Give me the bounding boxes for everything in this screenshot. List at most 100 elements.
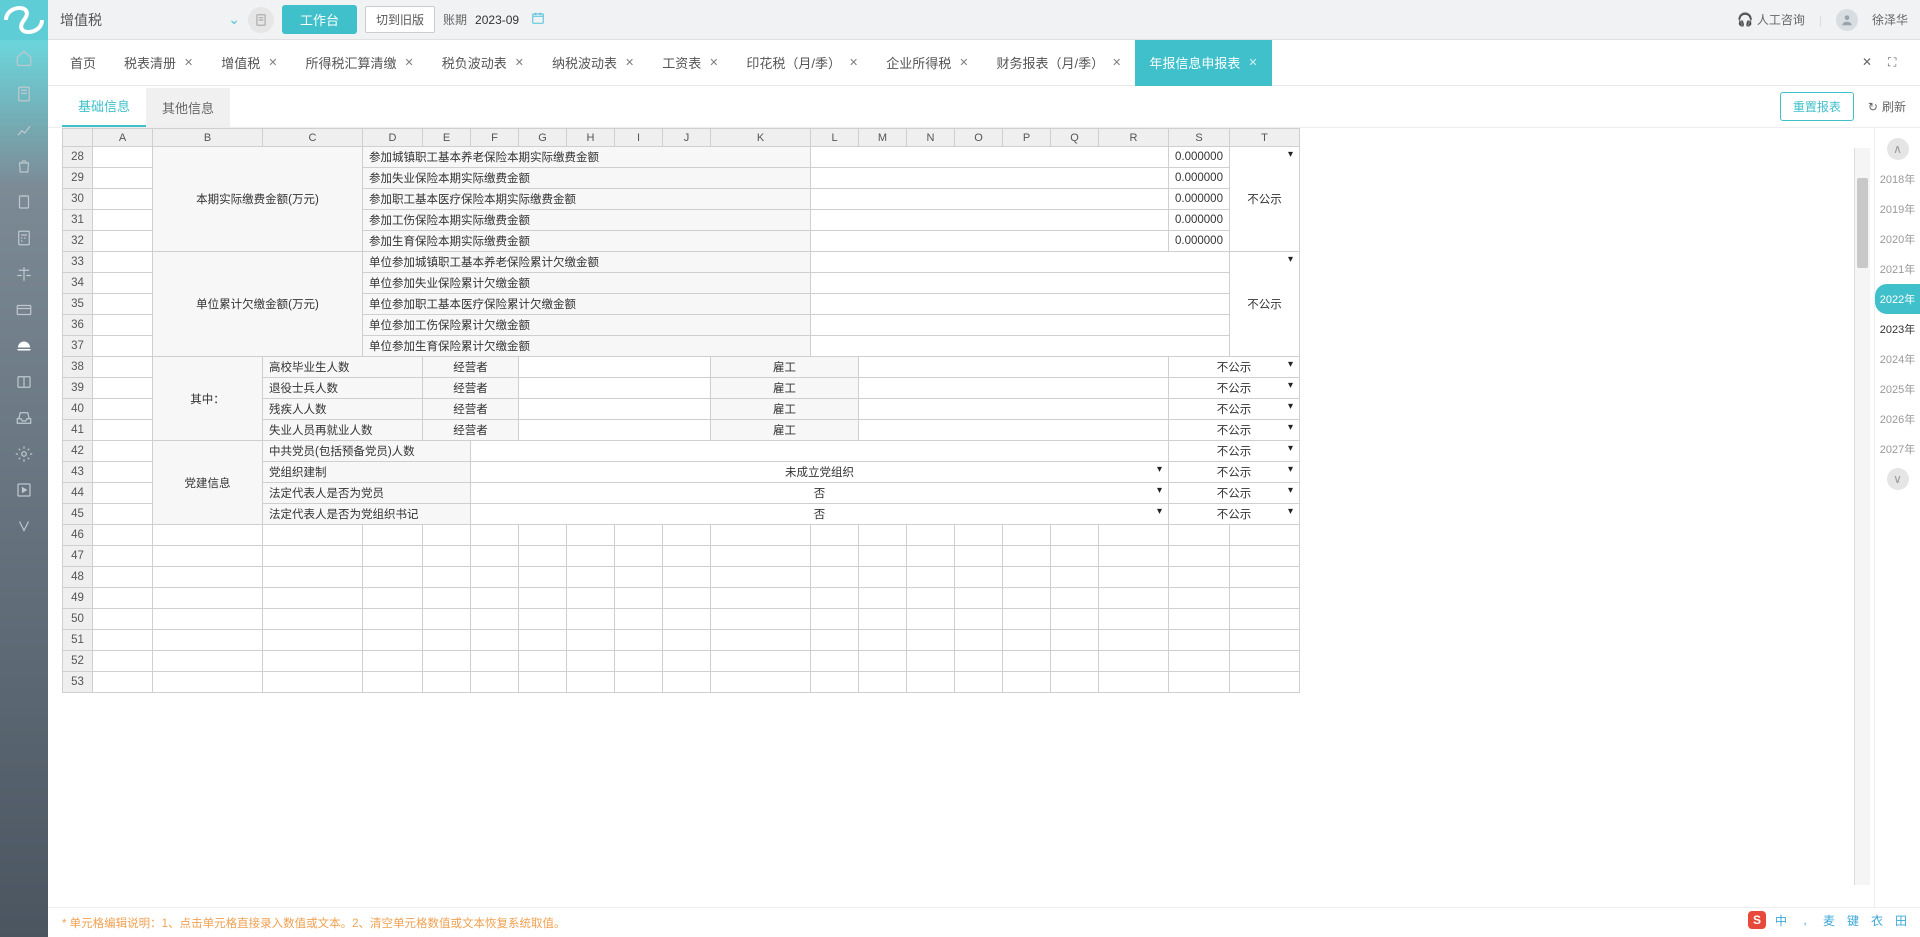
nav-clipboard-icon[interactable]: [0, 184, 48, 220]
cell[interactable]: [263, 588, 363, 609]
nav-box-icon[interactable]: [0, 364, 48, 400]
cell[interactable]: [471, 546, 519, 567]
cell[interactable]: [859, 588, 907, 609]
year-2022年[interactable]: 2022年: [1875, 284, 1920, 314]
cell[interactable]: [955, 609, 1003, 630]
refresh-button[interactable]: ↻ 刷新: [1868, 98, 1906, 115]
avatar-icon[interactable]: [1836, 9, 1858, 31]
cell[interactable]: [153, 546, 263, 567]
row-header[interactable]: 31: [63, 210, 93, 231]
cell[interactable]: [423, 609, 471, 630]
cell[interactable]: [711, 609, 811, 630]
cell[interactable]: [907, 672, 955, 693]
cell[interactable]: [363, 525, 423, 546]
cell[interactable]: [567, 525, 615, 546]
tab-税表清册[interactable]: 税表清册✕: [110, 40, 207, 86]
row-header[interactable]: 32: [63, 231, 93, 252]
cell[interactable]: [955, 546, 1003, 567]
nav-play-icon[interactable]: [0, 472, 48, 508]
cell[interactable]: [663, 546, 711, 567]
year-2026年[interactable]: 2026年: [1875, 404, 1920, 434]
row-header[interactable]: 44: [63, 483, 93, 504]
col-header-H[interactable]: H: [567, 129, 615, 147]
cell[interactable]: [93, 336, 153, 357]
cell[interactable]: [471, 672, 519, 693]
cell[interactable]: [471, 651, 519, 672]
value-dropdown[interactable]: 否: [471, 483, 1169, 504]
col-header-R[interactable]: R: [1099, 129, 1169, 147]
cell[interactable]: [93, 231, 153, 252]
cell[interactable]: [363, 567, 423, 588]
nav-gear-icon[interactable]: [0, 436, 48, 472]
cell[interactable]: [93, 357, 153, 378]
cell[interactable]: [519, 630, 567, 651]
value-cell[interactable]: [811, 210, 1169, 231]
cell[interactable]: [1229, 651, 1299, 672]
cell[interactable]: [1003, 609, 1051, 630]
ime-icon-3[interactable]: 麦: [1820, 911, 1838, 929]
tab-首页[interactable]: 首页: [56, 40, 110, 86]
cell[interactable]: [663, 630, 711, 651]
cell[interactable]: [711, 630, 811, 651]
row-header[interactable]: 28: [63, 147, 93, 168]
cell[interactable]: [263, 609, 363, 630]
row-header[interactable]: 42: [63, 441, 93, 462]
cell[interactable]: [471, 567, 519, 588]
cell[interactable]: [1169, 672, 1230, 693]
cell[interactable]: [471, 609, 519, 630]
cell[interactable]: [153, 525, 263, 546]
value-cell[interactable]: 0.000000: [1169, 147, 1230, 168]
cell[interactable]: [93, 609, 153, 630]
value-dropdown[interactable]: 未成立党组织: [471, 462, 1169, 483]
cell[interactable]: [423, 525, 471, 546]
value-cell[interactable]: [471, 441, 1169, 462]
cell[interactable]: [423, 630, 471, 651]
row-header[interactable]: 34: [63, 273, 93, 294]
col-header-L[interactable]: L: [811, 129, 859, 147]
cell[interactable]: [907, 609, 955, 630]
tab-税负波动表[interactable]: 税负波动表✕: [428, 40, 538, 86]
value-cell[interactable]: [859, 357, 1169, 378]
row-header[interactable]: 47: [63, 546, 93, 567]
cell[interactable]: [955, 651, 1003, 672]
cell[interactable]: [663, 525, 711, 546]
cell[interactable]: [93, 168, 153, 189]
col-header-A[interactable]: A: [93, 129, 153, 147]
value-cell[interactable]: 0.000000: [1169, 231, 1230, 252]
col-header-S[interactable]: S: [1169, 129, 1230, 147]
calendar-icon[interactable]: [531, 11, 545, 28]
nav-inbox-icon[interactable]: [0, 400, 48, 436]
tab-close-icon[interactable]: ✕: [707, 56, 718, 69]
tab-所得税汇算清缴[interactable]: 所得税汇算清缴✕: [291, 40, 427, 86]
cell[interactable]: [1051, 567, 1099, 588]
col-header-E[interactable]: E: [423, 129, 471, 147]
tab-close-icon[interactable]: ✕: [182, 56, 193, 69]
cell[interactable]: [93, 483, 153, 504]
cell[interactable]: [907, 525, 955, 546]
row-header[interactable]: 49: [63, 588, 93, 609]
cell[interactable]: [93, 588, 153, 609]
cell[interactable]: [859, 609, 907, 630]
nav-calc-icon[interactable]: [0, 220, 48, 256]
value-dropdown[interactable]: 否: [471, 504, 1169, 525]
cell[interactable]: [615, 567, 663, 588]
cell[interactable]: [1169, 567, 1230, 588]
value-cell[interactable]: [519, 357, 711, 378]
cell[interactable]: [955, 630, 1003, 651]
cell[interactable]: [567, 567, 615, 588]
cell[interactable]: [519, 567, 567, 588]
tab-close-icon[interactable]: ✕: [1246, 56, 1257, 69]
cell[interactable]: [263, 672, 363, 693]
cell[interactable]: [567, 546, 615, 567]
tab-close-icon[interactable]: ✕: [513, 56, 524, 69]
cell[interactable]: [153, 588, 263, 609]
cell[interactable]: [471, 525, 519, 546]
row-header[interactable]: 36: [63, 315, 93, 336]
disclose-dropdown[interactable]: 不公示: [1169, 420, 1300, 441]
tab-close-icon[interactable]: ✕: [403, 56, 414, 69]
col-header-I[interactable]: I: [615, 129, 663, 147]
cell[interactable]: [93, 441, 153, 462]
cell[interactable]: [263, 567, 363, 588]
ime-toolbar[interactable]: S中,麦键衣田: [1744, 909, 1914, 931]
year-2027年[interactable]: 2027年: [1875, 434, 1920, 464]
